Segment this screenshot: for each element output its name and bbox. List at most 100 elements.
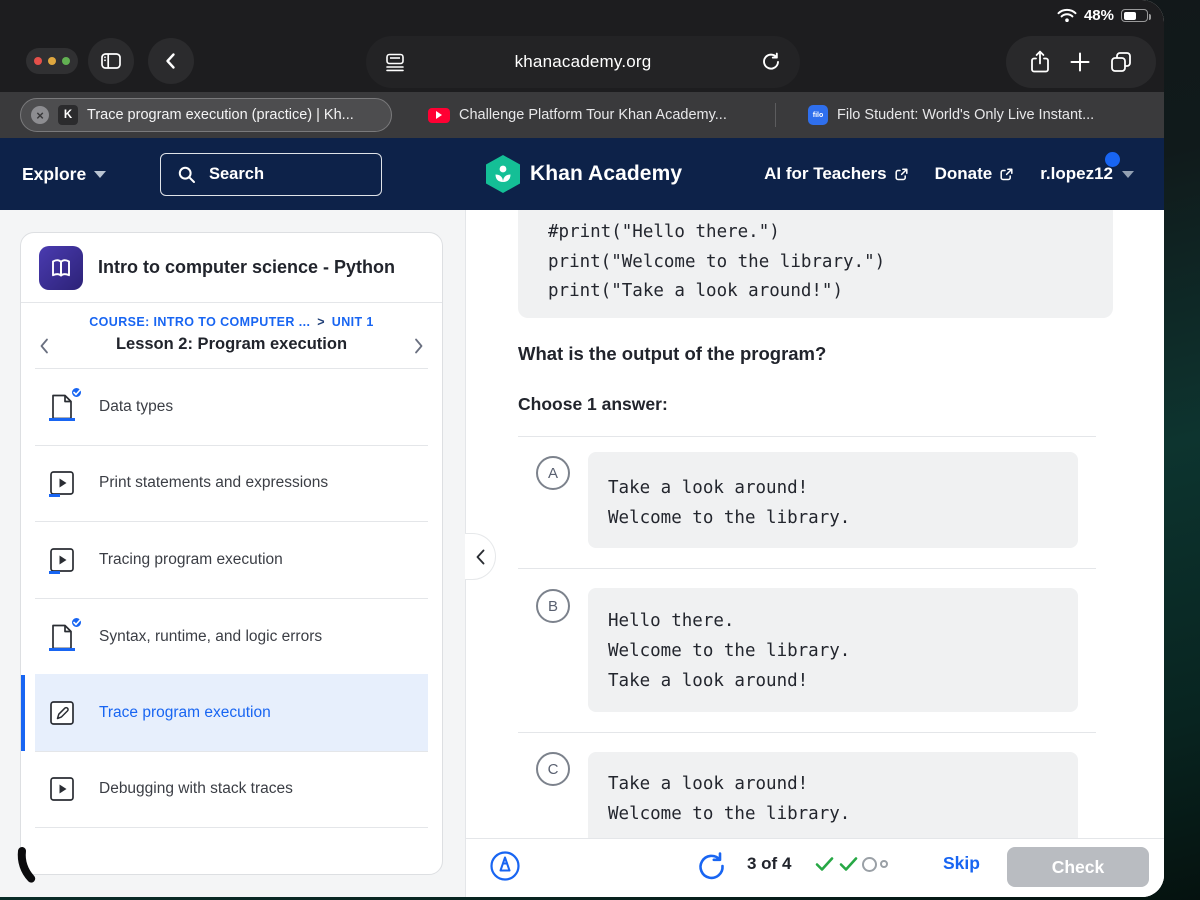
lesson-sidebar: Intro to computer science - Python COURS… bbox=[20, 232, 443, 875]
sidebar-item-trace-program-execution[interactable]: Trace program execution bbox=[21, 674, 428, 751]
sidebar-item-print-statements[interactable]: Print statements and expressions bbox=[35, 444, 428, 522]
lesson-nav: COURSE: INTRO TO COMPUTER ... > UNIT 1 L… bbox=[21, 303, 442, 368]
wifi-icon bbox=[1057, 8, 1077, 22]
item-label: Print statements and expressions bbox=[99, 474, 329, 492]
item-label: Tracing program execution bbox=[99, 550, 283, 568]
exercise-footer: 3 of 4 Skip Check bbox=[466, 838, 1164, 897]
search-icon bbox=[178, 166, 195, 183]
divider bbox=[518, 436, 1096, 437]
sidebar-item-data-types[interactable]: Data types bbox=[35, 368, 428, 445]
close-tab-icon[interactable]: × bbox=[31, 106, 49, 124]
choose-label: Choose 1 answer: bbox=[518, 394, 668, 414]
course-header[interactable]: Intro to computer science - Python bbox=[21, 233, 442, 303]
practice-pencil-icon[interactable] bbox=[488, 849, 522, 883]
answer-b-option[interactable]: Hello there. Welcome to the library. Tak… bbox=[588, 588, 1078, 712]
tab-youtube[interactable]: Challenge Platform Tour Khan Academy... bbox=[428, 98, 758, 132]
breadcrumb-course[interactable]: COURSE: INTRO TO COMPUTER ... bbox=[89, 315, 310, 329]
chevron-down-icon bbox=[94, 170, 107, 178]
khan-academy-logo[interactable]: Khan Academy bbox=[486, 138, 682, 210]
item-label: Debugging with stack traces bbox=[99, 780, 293, 798]
donate-link[interactable]: Donate bbox=[935, 164, 1015, 184]
sidebar-toggle-button[interactable] bbox=[88, 38, 134, 84]
restart-icon[interactable] bbox=[697, 850, 727, 882]
browser-window: 48% khanacademy.org × K Trace program ex… bbox=[0, 0, 1164, 897]
next-lesson-button[interactable] bbox=[412, 337, 426, 355]
collapse-sidebar-button[interactable] bbox=[465, 533, 496, 580]
search-button[interactable]: Search bbox=[160, 153, 382, 196]
completed-check-icon bbox=[70, 385, 83, 399]
external-link-icon bbox=[895, 167, 908, 180]
item-label: Data types bbox=[99, 397, 174, 415]
answer-c-option[interactable]: Take a look around! Welcome to the libra… bbox=[588, 752, 1078, 852]
answer-line: Welcome to the library. bbox=[608, 804, 851, 824]
article-icon bbox=[47, 615, 83, 652]
skip-button[interactable]: Skip bbox=[943, 853, 980, 874]
share-icon[interactable] bbox=[1028, 49, 1052, 75]
previous-lesson-button[interactable] bbox=[37, 337, 51, 355]
reload-icon[interactable] bbox=[760, 51, 782, 73]
breadcrumb-unit[interactable]: UNIT 1 bbox=[332, 315, 374, 329]
close-window-dot[interactable] bbox=[34, 57, 42, 65]
donate-label: Donate bbox=[934, 164, 993, 183]
tab-khan-practice[interactable]: × K Trace program execution (practice) |… bbox=[20, 98, 392, 132]
breadcrumb-separator: > bbox=[317, 315, 325, 329]
sidebar-item-tracing-program[interactable]: Tracing program execution bbox=[35, 521, 428, 598]
khan-header: Explore Search Khan Academy AI for Teach… bbox=[0, 138, 1164, 210]
answer-line: Take a look around! bbox=[608, 774, 809, 794]
ai-for-teachers-label: AI for Teachers bbox=[764, 164, 887, 183]
progress-label: 3 of 4 bbox=[747, 854, 792, 873]
check-done-icon bbox=[839, 857, 858, 871]
toolbar-right-cluster bbox=[1006, 36, 1156, 88]
tab-filo[interactable]: filo Filo Student: World's Only Live Ins… bbox=[808, 98, 1156, 132]
completed-check-icon bbox=[70, 615, 83, 629]
explore-menu[interactable]: Explore bbox=[22, 138, 107, 210]
article-icon bbox=[47, 385, 83, 422]
code-block: #print("Hello there.") print("Welcome to… bbox=[518, 210, 1113, 318]
search-label: Search bbox=[209, 165, 265, 183]
external-link-icon bbox=[1000, 167, 1013, 180]
username-label: r.lopez12 bbox=[1040, 164, 1113, 183]
answer-c-radio[interactable]: C bbox=[536, 752, 570, 786]
answer-line: Welcome to the library. bbox=[608, 641, 851, 661]
answer-a-option[interactable]: Take a look around! Welcome to the libra… bbox=[588, 452, 1078, 548]
divider bbox=[518, 732, 1096, 733]
tabs-overview-icon[interactable] bbox=[1108, 49, 1134, 75]
chevron-left-icon bbox=[476, 549, 484, 564]
sidebar-item-debugging-stack-traces[interactable]: Debugging with stack traces bbox=[35, 750, 428, 828]
new-tab-icon[interactable] bbox=[1068, 50, 1092, 74]
tab-divider bbox=[775, 103, 776, 127]
chevron-down-icon bbox=[1122, 170, 1134, 178]
item-label: Syntax, runtime, and logic errors bbox=[99, 627, 323, 645]
sidebar-item-syntax-errors[interactable]: Syntax, runtime, and logic errors bbox=[35, 597, 428, 675]
ai-for-teachers-link[interactable]: AI for Teachers bbox=[764, 164, 909, 184]
code-line: print("Welcome to the library.") bbox=[548, 251, 886, 272]
page-content: Intro to computer science - Python COURS… bbox=[0, 210, 1164, 897]
answer-b-radio[interactable]: B bbox=[536, 589, 570, 623]
window-controls[interactable] bbox=[26, 48, 78, 74]
user-menu[interactable]: r.lopez12 bbox=[1040, 152, 1134, 184]
address-bar[interactable]: khanacademy.org bbox=[366, 36, 800, 88]
youtube-favicon bbox=[428, 107, 450, 123]
upcoming-question-ring bbox=[880, 860, 888, 868]
zoom-window-dot[interactable] bbox=[62, 57, 70, 65]
course-title: Intro to computer science - Python bbox=[98, 257, 396, 277]
course-book-icon bbox=[39, 245, 83, 290]
check-done-icon bbox=[815, 857, 834, 871]
answer-line: Take a look around! bbox=[608, 671, 809, 691]
tab-title: Filo Student: World's Only Live Instant.… bbox=[837, 107, 1095, 123]
brand-name: Khan Academy bbox=[530, 162, 683, 185]
notification-dot bbox=[1105, 152, 1120, 167]
video-icon bbox=[47, 774, 77, 804]
question-text: What is the output of the program? bbox=[518, 343, 827, 364]
check-button[interactable]: Check bbox=[1007, 847, 1149, 887]
answer-a-radio[interactable]: A bbox=[536, 456, 570, 490]
code-line: #print("Hello there.") bbox=[548, 222, 780, 242]
answer-line: Hello there. bbox=[608, 611, 735, 631]
battery-icon bbox=[1121, 9, 1151, 22]
answer-line: Take a look around! bbox=[608, 478, 809, 498]
minimize-window-dot[interactable] bbox=[48, 57, 56, 65]
divider bbox=[518, 568, 1096, 569]
url-text[interactable]: khanacademy.org bbox=[406, 52, 760, 72]
back-button[interactable] bbox=[148, 38, 194, 84]
page-menu-icon[interactable] bbox=[384, 52, 406, 73]
